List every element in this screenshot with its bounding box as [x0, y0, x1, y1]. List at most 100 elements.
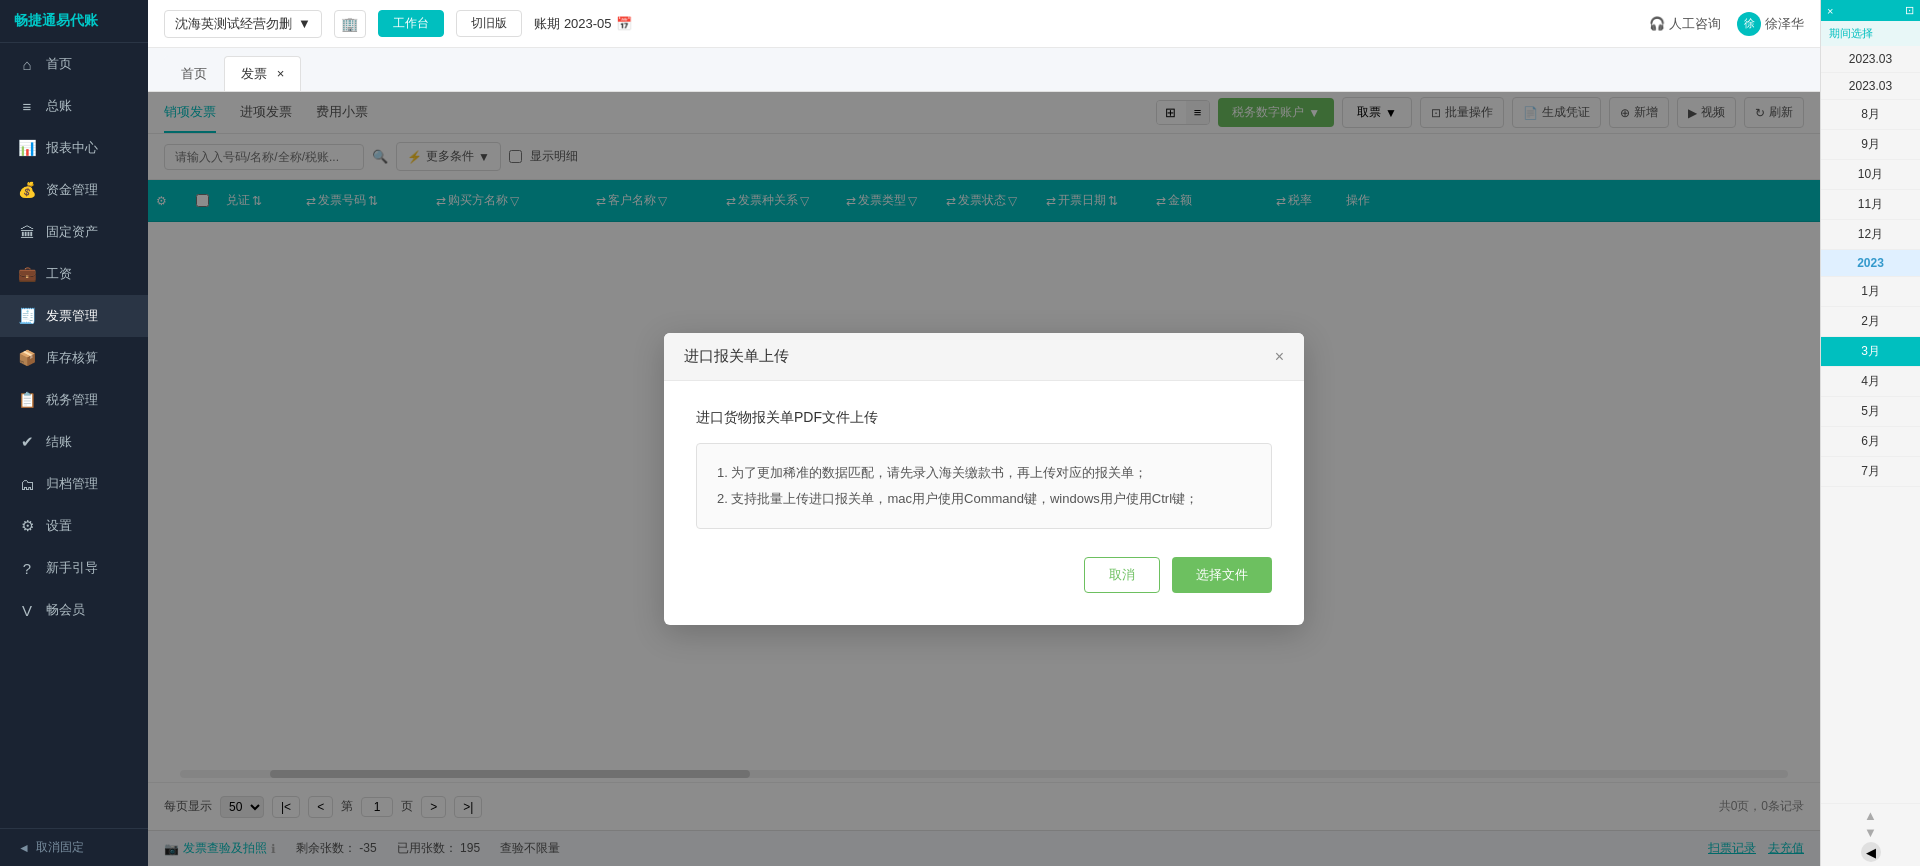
modal-info-line2: 2. 支持批量上传进口报关单，mac用户使用Command键，windows用户… — [717, 486, 1251, 512]
right-panel-header: × ⊡ — [1821, 0, 1920, 21]
tab-bar: 首页 发票 × — [148, 48, 1820, 92]
calendar-icon[interactable]: 📅 — [616, 16, 632, 31]
sidebar-item-label: 畅会员 — [46, 601, 85, 619]
member-icon: V — [18, 601, 36, 619]
month-item-3[interactable]: 9月 — [1821, 130, 1920, 160]
sidebar-item-guide[interactable]: ? 新手引导 — [0, 547, 148, 589]
sidebar: 畅捷通易代账 ⌂ 首页 ≡ 总账 📊 报表中心 💰 资金管理 🏛 固定资产 💼 … — [0, 0, 148, 866]
sidebar-item-tax[interactable]: 📋 税务管理 — [0, 379, 148, 421]
modal-footer: 取消 选择文件 — [696, 557, 1272, 593]
month-item-11[interactable]: 4月 — [1821, 367, 1920, 397]
payroll-icon: 💼 — [18, 265, 36, 283]
period-label: 账期 — [534, 15, 560, 33]
sidebar-item-payroll[interactable]: 💼 工资 — [0, 253, 148, 295]
modal-header: 进口报关单上传 × — [664, 333, 1304, 381]
unpin-button[interactable]: ◄ 取消固定 — [0, 828, 148, 866]
user-name: 徐泽华 — [1765, 15, 1804, 33]
fixed-assets-icon: 🏛 — [18, 223, 36, 241]
toggle-panel-button[interactable]: ◀ — [1861, 842, 1881, 862]
right-panel: × ⊡ 期间选择 2023.03 2023.03 8月 9月 10月 11月 1… — [1820, 0, 1920, 866]
sidebar-item-label: 设置 — [46, 517, 72, 535]
month-item-1[interactable]: 2023.03 — [1821, 73, 1920, 100]
tax-icon: 📋 — [18, 391, 36, 409]
sidebar-item-label: 总账 — [46, 97, 72, 115]
sidebar-item-label: 库存核算 — [46, 349, 98, 367]
month-item-9[interactable]: 2月 — [1821, 307, 1920, 337]
sidebar-item-label: 归档管理 — [46, 475, 98, 493]
sidebar-item-label: 新手引导 — [46, 559, 98, 577]
company-name: 沈海英测试经营勿删 — [175, 15, 292, 33]
month-item-14[interactable]: 7月 — [1821, 457, 1920, 487]
sidebar-item-funds[interactable]: 💰 资金管理 — [0, 169, 148, 211]
top-header: 沈海英测试经营勿删 ▼ 🏢 工作台 切旧版 账期 2023-05 📅 🎧 人工咨… — [148, 0, 1820, 48]
sidebar-item-label: 资金管理 — [46, 181, 98, 199]
modal-close-button[interactable]: × — [1275, 348, 1284, 366]
workspace-button[interactable]: 工作台 — [378, 10, 444, 37]
content-area: 销项发票 进项发票 费用小票 ⊞ ≡ 税务数字账户 ▼ 取票 ▼ — [148, 92, 1820, 866]
sidebar-item-archive[interactable]: 🗂 归档管理 — [0, 463, 148, 505]
period-display: 账期 2023-05 📅 — [534, 15, 632, 33]
ledger-icon: ≡ — [18, 97, 36, 115]
settings-icon: ⚙ — [18, 517, 36, 535]
sidebar-item-settlement[interactable]: ✔ 结账 — [0, 421, 148, 463]
home-icon: ⌂ — [18, 55, 36, 73]
app-logo: 畅捷通易代账 — [0, 0, 148, 43]
modal-cancel-button[interactable]: 取消 — [1084, 557, 1160, 593]
month-item-2[interactable]: 8月 — [1821, 100, 1920, 130]
building-icon: 🏢 — [341, 16, 358, 32]
month-item-12[interactable]: 5月 — [1821, 397, 1920, 427]
sidebar-item-label: 工资 — [46, 265, 72, 283]
pin-icon: ◄ — [18, 841, 30, 855]
archive-icon: 🗂 — [18, 475, 36, 493]
period-value: 2023-05 — [564, 16, 612, 31]
settlement-icon: ✔ — [18, 433, 36, 451]
invoice-icon: 🧾 — [18, 307, 36, 325]
user-profile[interactable]: 徐 徐泽华 — [1737, 12, 1804, 36]
scroll-up-icon[interactable]: ▲ — [1864, 808, 1877, 823]
month-item-10[interactable]: 3月 — [1821, 337, 1920, 367]
month-item-13[interactable]: 6月 — [1821, 427, 1920, 457]
modal-info-box: 1. 为了更加稀准的数据匹配，请先录入海关缴款书，再上传对应的报关单； 2. 支… — [696, 443, 1272, 529]
chevron-down-icon: ▼ — [298, 16, 311, 31]
tab-invoice[interactable]: 发票 × — [224, 56, 301, 91]
month-item-0[interactable]: 2023.03 — [1821, 46, 1920, 73]
company-selector[interactable]: 沈海英测试经营勿删 ▼ — [164, 10, 322, 38]
scroll-down-icon[interactable]: ▼ — [1864, 825, 1877, 840]
user-avatar: 徐 — [1737, 12, 1761, 36]
month-list: 2023.03 2023.03 8月 9月 10月 11月 12月 2023 1… — [1821, 46, 1920, 803]
sidebar-item-fixed-assets[interactable]: 🏛 固定资产 — [0, 211, 148, 253]
sidebar-item-invoice[interactable]: 🧾 发票管理 — [0, 295, 148, 337]
inventory-icon: 📦 — [18, 349, 36, 367]
company-action-btn[interactable]: 🏢 — [334, 10, 366, 38]
period-select-label: 期间选择 — [1821, 21, 1920, 46]
funds-icon: 💰 — [18, 181, 36, 199]
right-panel-close-icon[interactable]: × — [1827, 5, 1833, 17]
sidebar-item-reports[interactable]: 📊 报表中心 — [0, 127, 148, 169]
sidebar-item-label: 固定资产 — [46, 223, 98, 241]
right-panel-expand-icon[interactable]: ⊡ — [1905, 4, 1914, 17]
modal-select-file-button[interactable]: 选择文件 — [1172, 557, 1272, 593]
month-item-8[interactable]: 1月 — [1821, 277, 1920, 307]
sidebar-item-label: 首页 — [46, 55, 72, 73]
app-logo-text: 畅捷通易代账 — [14, 12, 134, 30]
tab-home[interactable]: 首页 — [164, 56, 224, 91]
switch-version-button[interactable]: 切旧版 — [456, 10, 522, 37]
month-item-5[interactable]: 11月 — [1821, 190, 1920, 220]
reports-icon: 📊 — [18, 139, 36, 157]
modal-overlay: 进口报关单上传 × 进口货物报关单PDF文件上传 1. 为了更加稀准的数据匹配，… — [148, 92, 1820, 866]
tab-close-icon[interactable]: × — [277, 66, 285, 81]
month-item-6[interactable]: 12月 — [1821, 220, 1920, 250]
support-button[interactable]: 🎧 人工咨询 — [1649, 15, 1721, 33]
sidebar-item-member[interactable]: V 畅会员 — [0, 589, 148, 631]
sidebar-item-ledger[interactable]: ≡ 总账 — [0, 85, 148, 127]
main-area: 沈海英测试经营勿删 ▼ 🏢 工作台 切旧版 账期 2023-05 📅 🎧 人工咨… — [148, 0, 1820, 866]
month-item-4[interactable]: 10月 — [1821, 160, 1920, 190]
modal-body: 进口货物报关单PDF文件上传 1. 为了更加稀准的数据匹配，请先录入海关缴款书，… — [664, 381, 1304, 625]
sidebar-item-inventory[interactable]: 📦 库存核算 — [0, 337, 148, 379]
sidebar-item-settings[interactable]: ⚙ 设置 — [0, 505, 148, 547]
support-label: 人工咨询 — [1669, 15, 1721, 33]
month-item-7[interactable]: 2023 — [1821, 250, 1920, 277]
sidebar-item-home[interactable]: ⌂ 首页 — [0, 43, 148, 85]
right-panel-scroll-controls: ▲ ▼ ◀ — [1821, 803, 1920, 866]
guide-icon: ? — [18, 559, 36, 577]
